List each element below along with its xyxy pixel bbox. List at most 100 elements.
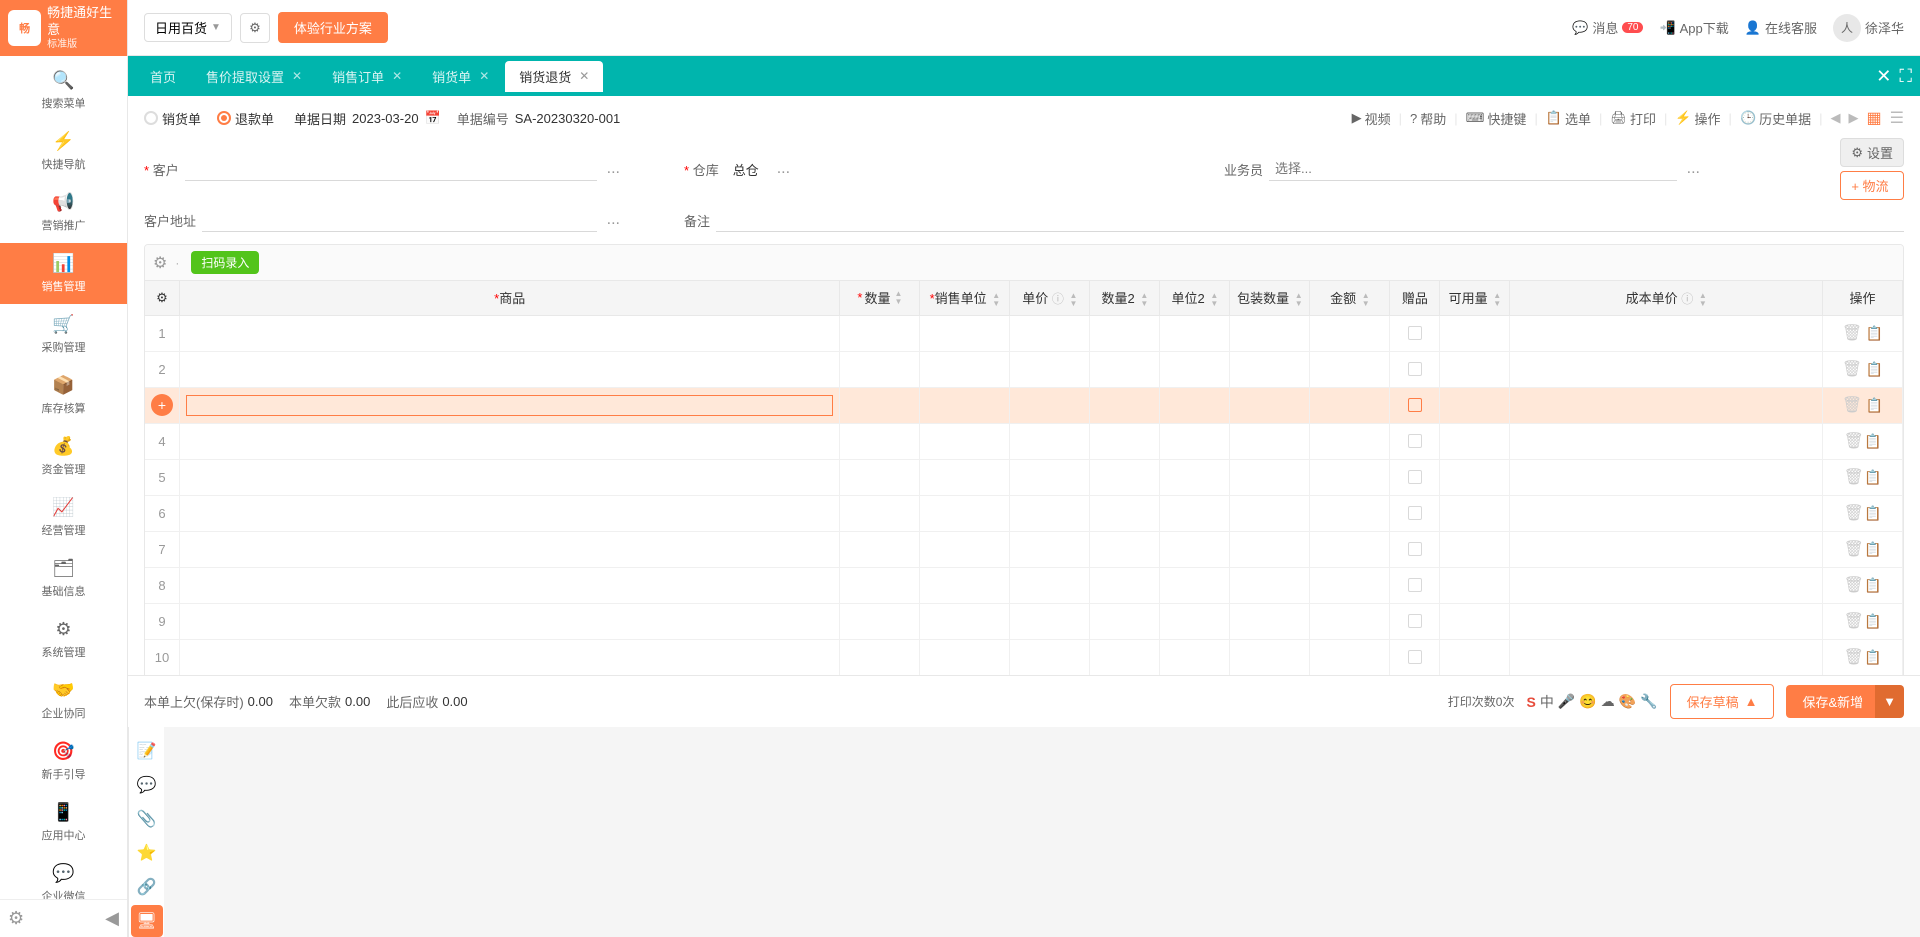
sidebar-item-quicknav[interactable]: ⚡ 快捷导航 <box>0 121 127 182</box>
setup-button[interactable]: ⚙ 设置 <box>1840 138 1904 167</box>
del-7[interactable]: 🗑 <box>1844 541 1864 558</box>
next-doc-icon[interactable]: ▶ <box>1849 110 1859 126</box>
radio-return[interactable]: 退款单 <box>217 109 274 128</box>
copy-row-1-icon[interactable]: 📋 <box>1866 325 1883 341</box>
address-more-btn[interactable]: ... <box>603 211 624 229</box>
copy-6[interactable]: 📋 <box>1864 505 1881 521</box>
right-panel-icon-6[interactable]: 🖥 <box>131 905 163 937</box>
tab-close-delivery[interactable]: ✕ <box>479 69 489 83</box>
history-link[interactable]: 🕒 历史单据 <box>1740 109 1811 128</box>
warehouse-more-btn[interactable]: ... <box>773 160 794 178</box>
gift-checkbox-5[interactable] <box>1408 470 1422 484</box>
delete-row-3-icon[interactable]: 🗑 <box>1842 397 1862 414</box>
del-4[interactable]: 🗑 <box>1844 433 1864 450</box>
save-new-button[interactable]: 保存&新增 <box>1786 685 1879 718</box>
tab-close-return[interactable]: ✕ <box>579 69 589 83</box>
grid-view-icon[interactable]: ▦ <box>1867 108 1882 128</box>
address-input[interactable] <box>202 208 597 232</box>
tab-price-setting[interactable]: 售价提取设置 ✕ <box>192 61 316 92</box>
del-6[interactable]: 🗑 <box>1844 505 1864 522</box>
experience-button[interactable]: 体验行业方案 <box>278 12 388 43</box>
cost-info-icon[interactable]: ⓘ <box>1681 292 1693 306</box>
shortcut-link[interactable]: ⌨ 快捷键 <box>1466 109 1527 128</box>
customer-input[interactable] <box>185 157 597 181</box>
gift-checkbox-2[interactable] <box>1408 362 1422 376</box>
right-panel-icon-3[interactable]: 📎 <box>131 803 163 835</box>
sidebar-item-wechat[interactable]: 💬 企业微信 <box>0 853 127 899</box>
gift-checkbox-6[interactable] <box>1408 506 1422 520</box>
close-all-tabs-icon[interactable]: ✕ <box>1876 66 1891 87</box>
industry-select[interactable]: 日用百货 ▼ <box>144 13 232 42</box>
del-10[interactable]: 🗑 <box>1844 649 1864 666</box>
tab-sales-return[interactable]: 销货退货 ✕ <box>505 61 603 92</box>
settings-col-icon[interactable]: ⚙ <box>153 253 167 273</box>
sidebar-item-marketing[interactable]: 📢 营销推广 <box>0 182 127 243</box>
select-single-link[interactable]: 📋 选单 <box>1546 109 1591 128</box>
gift-checkbox-10[interactable] <box>1408 650 1422 664</box>
right-panel-icon-2[interactable]: 💬 <box>131 769 163 801</box>
copy-row-2-icon[interactable]: 📋 <box>1866 361 1883 377</box>
copy-row-3-icon[interactable]: 📋 <box>1866 397 1883 413</box>
add-row-button[interactable]: + <box>151 394 173 416</box>
right-panel-icon-5[interactable]: 🔗 <box>131 871 163 903</box>
right-panel-icon-4[interactable]: ⭐ <box>131 837 163 869</box>
salesperson-input[interactable] <box>1269 157 1677 181</box>
sidebar-item-inventory[interactable]: 📦 库存核算 <box>0 365 127 426</box>
gift-checkbox-7[interactable] <box>1408 542 1422 556</box>
sidebar-item-apps[interactable]: 📱 应用中心 <box>0 792 127 853</box>
del-9[interactable]: 🗑 <box>1844 613 1864 630</box>
customer-more-btn[interactable]: ... <box>603 160 624 178</box>
del-5[interactable]: 🗑 <box>1844 469 1864 486</box>
copy-5[interactable]: 📋 <box>1864 469 1881 485</box>
message-button[interactable]: 💬 消息 70 <box>1572 18 1643 37</box>
maximize-icon[interactable]: ⛶ <box>1899 66 1912 87</box>
tab-home[interactable]: 首页 <box>136 61 190 92</box>
product-input-3[interactable] <box>186 395 833 416</box>
copy-9[interactable]: 📋 <box>1864 613 1881 629</box>
radio-sales[interactable]: 销货单 <box>144 109 201 128</box>
online-service-button[interactable]: 👤 在线客服 <box>1745 18 1817 37</box>
tab-close-price[interactable]: ✕ <box>292 69 302 83</box>
delete-row-2-icon[interactable]: 🗑 <box>1842 361 1862 378</box>
salesperson-more-btn[interactable]: ... <box>1683 160 1704 178</box>
copy-10[interactable]: 📋 <box>1864 649 1881 665</box>
notes-input[interactable] <box>716 208 1904 232</box>
tab-sales-delivery[interactable]: 销货单 ✕ <box>418 61 503 92</box>
logistics-button[interactable]: + 物流 <box>1840 171 1904 200</box>
unit-price-info-icon[interactable]: ⓘ <box>1052 292 1064 306</box>
right-panel-icon-1[interactable]: 📝 <box>131 735 163 767</box>
user-profile[interactable]: 人 徐泽华 <box>1833 14 1904 42</box>
sidebar-item-operations[interactable]: 📈 经营管理 <box>0 487 127 548</box>
calendar-icon[interactable]: 📅 <box>425 110 441 126</box>
save-new-dropdown-button[interactable]: ▼ <box>1875 685 1904 718</box>
sidebar-item-sales[interactable]: 📊 销售管理 <box>0 243 127 304</box>
video-link[interactable]: ▶ 视频 <box>1352 109 1391 128</box>
del-8[interactable]: 🗑 <box>1844 577 1864 594</box>
copy-8[interactable]: 📋 <box>1864 577 1881 593</box>
gift-checkbox-1[interactable] <box>1408 326 1422 340</box>
operate-link[interactable]: ⚡ 操作 <box>1675 109 1720 128</box>
gift-checkbox-3[interactable] <box>1408 398 1422 412</box>
sidebar-item-guide[interactable]: 🎯 新手引导 <box>0 731 127 792</box>
help-link[interactable]: ? 帮助 <box>1410 109 1446 128</box>
sidebar-item-finance[interactable]: 💰 资金管理 <box>0 426 127 487</box>
gift-checkbox-8[interactable] <box>1408 578 1422 592</box>
sidebar-item-basics[interactable]: 🗂 基础信息 <box>0 548 127 609</box>
copy-7[interactable]: 📋 <box>1864 541 1881 557</box>
print-link[interactable]: 🖨 打印 <box>1610 109 1656 128</box>
app-download-button[interactable]: 📲 App下载 <box>1659 18 1728 37</box>
tab-close-order[interactable]: ✕ <box>392 69 402 83</box>
sidebar-item-search[interactable]: 🔍 搜索菜单 <box>0 60 127 121</box>
collapse-icon[interactable]: ◀ <box>105 908 119 929</box>
sidebar-item-purchase[interactable]: 🛒 采购管理 <box>0 304 127 365</box>
delete-row-1-icon[interactable]: 🗑 <box>1842 325 1862 342</box>
save-draft-button[interactable]: 保存草稿 ▲ <box>1670 684 1775 719</box>
gift-checkbox-4[interactable] <box>1408 434 1422 448</box>
topbar-settings-button[interactable]: ⚙ <box>240 13 270 43</box>
tab-sales-order[interactable]: 销售订单 ✕ <box>318 61 416 92</box>
settings-bottom-icon[interactable]: ⚙ <box>8 908 24 929</box>
gift-checkbox-9[interactable] <box>1408 614 1422 628</box>
list-view-icon[interactable]: ☰ <box>1890 108 1904 128</box>
scan-input-button[interactable]: 扫码录入 <box>191 251 259 274</box>
copy-4[interactable]: 📋 <box>1864 433 1881 449</box>
